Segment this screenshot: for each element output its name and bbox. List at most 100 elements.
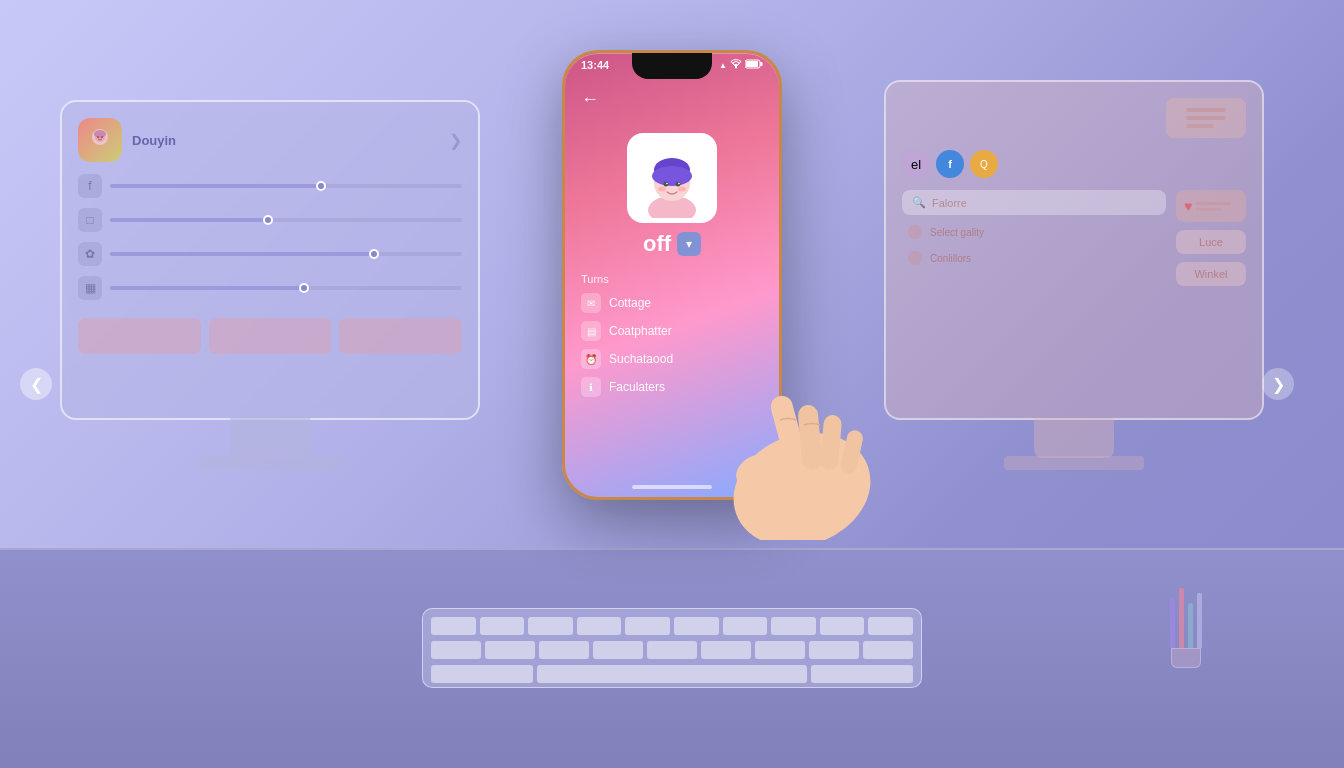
phone-power-button (779, 133, 782, 193)
left-icon-3: ✿ (78, 242, 102, 266)
right-side-card-winkel: Winkel (1176, 262, 1246, 286)
left-app-name: Douyin (132, 133, 176, 148)
left-icon-1: f (78, 174, 102, 198)
key (809, 641, 859, 659)
keyboard-row-2 (431, 641, 913, 659)
key-space (537, 665, 808, 683)
left-slider-2[interactable] (110, 218, 462, 222)
left-box-1 (78, 318, 201, 354)
left-boxes-row (78, 318, 462, 354)
right-side-card-luce: Luce (1176, 230, 1246, 254)
list-item-1: Select gality (902, 221, 1166, 243)
key (528, 617, 573, 635)
key (723, 617, 768, 635)
key (480, 617, 525, 635)
left-box-2 (209, 318, 332, 354)
list-dot-2 (908, 251, 922, 265)
phone-menu-item-coatphatter[interactable]: ▤ Coatphatter (581, 321, 763, 341)
key (593, 641, 643, 659)
key (755, 641, 805, 659)
key (625, 617, 670, 635)
monitor-right: el f Q 🔍 Falorre Select gality Conlillor… (884, 80, 1264, 420)
right-search-label: Falorre (932, 197, 967, 209)
svg-rect-7 (760, 62, 763, 66)
key (485, 641, 535, 659)
svg-point-19 (678, 187, 686, 192)
right-icon-f: f (936, 150, 964, 178)
phone-menu-icon-faculaters: ℹ (581, 377, 601, 397)
hand-container (692, 340, 912, 544)
wifi-icon (730, 59, 742, 71)
right-header-line-3 (1186, 124, 1214, 128)
key (674, 617, 719, 635)
right-header-line-2 (1186, 116, 1226, 120)
svg-point-3 (97, 136, 99, 138)
svg-rect-8 (746, 61, 758, 67)
svg-point-2 (94, 130, 106, 138)
monitor-left-stand (230, 418, 310, 458)
pencils (1170, 588, 1202, 648)
pencil-2 (1179, 588, 1184, 648)
monitor-left-base (200, 456, 340, 470)
key-shift (431, 665, 533, 683)
keyboard (422, 608, 922, 688)
key (771, 617, 816, 635)
right-panel-header (902, 98, 1246, 138)
right-side-cards: ♥ Luce Winkel (1176, 190, 1246, 286)
left-icon-4: ▦ (78, 276, 102, 300)
key (577, 617, 622, 635)
phone-off-text: off (643, 231, 671, 257)
key (701, 641, 751, 659)
phone-status-bar: 13:44 ▲ (581, 59, 763, 71)
left-slider-1[interactable] (110, 184, 462, 188)
right-panel-body: 🔍 Falorre Select gality Conlillors ♥ (902, 190, 1246, 286)
left-slider-4[interactable] (110, 286, 462, 290)
battery-icon (745, 59, 763, 71)
right-header-line-1 (1186, 108, 1226, 112)
phone-avatar-card (627, 133, 717, 223)
left-slider-row-1: f (78, 174, 462, 198)
right-search-bar[interactable]: 🔍 Falorre (902, 190, 1166, 215)
phone-time: 13:44 (581, 59, 609, 71)
phone-status-icons: ▲ (719, 59, 763, 71)
left-slider-row-2: □ (78, 208, 462, 232)
pencil-cup (1171, 648, 1201, 668)
right-header-card (1166, 98, 1246, 138)
arrow-left-button[interactable]: ❮ (20, 368, 52, 400)
left-slider-3[interactable] (110, 252, 462, 256)
right-list-section: 🔍 Falorre Select gality Conlillors (902, 190, 1166, 286)
list-item-2: Conlillors (902, 247, 1166, 269)
pencil-holder (1168, 588, 1204, 668)
monitor-right-stand (1034, 418, 1114, 458)
right-icon-el: el (902, 150, 930, 178)
phone-avatar-illustration (632, 138, 712, 218)
left-arrow-right-icon[interactable]: ❯ (449, 131, 462, 150)
left-slider-row-3: ✿ (78, 242, 462, 266)
svg-point-17 (678, 183, 680, 185)
arrow-right-button[interactable]: ❯ (1262, 368, 1294, 400)
key (431, 617, 476, 635)
key (647, 641, 697, 659)
pencil-3 (1188, 603, 1193, 648)
key-enter (811, 665, 913, 683)
left-icon-2: □ (78, 208, 102, 232)
phone-back-button[interactable]: ← (581, 89, 599, 110)
svg-point-14 (664, 182, 669, 187)
keyboard-row-1 (431, 617, 913, 635)
svg-point-4 (101, 136, 103, 138)
left-slider-row-4: ▦ (78, 276, 462, 300)
svg-point-5 (735, 67, 737, 69)
key (863, 641, 913, 659)
phone-dropdown-button[interactable]: ▾ (677, 232, 701, 256)
svg-point-15 (676, 182, 681, 187)
key (539, 641, 589, 659)
phone-menu-item-cottage[interactable]: ✉ Cottage (581, 293, 763, 313)
monitor-right-base (1004, 456, 1144, 470)
left-app-avatar (78, 118, 122, 162)
pencil-4 (1197, 593, 1202, 648)
right-icon-q: Q (970, 150, 998, 178)
right-icons-row: el f Q (902, 150, 1246, 178)
svg-point-13 (652, 166, 692, 186)
svg-point-18 (658, 187, 666, 192)
hand-illustration (692, 340, 912, 540)
